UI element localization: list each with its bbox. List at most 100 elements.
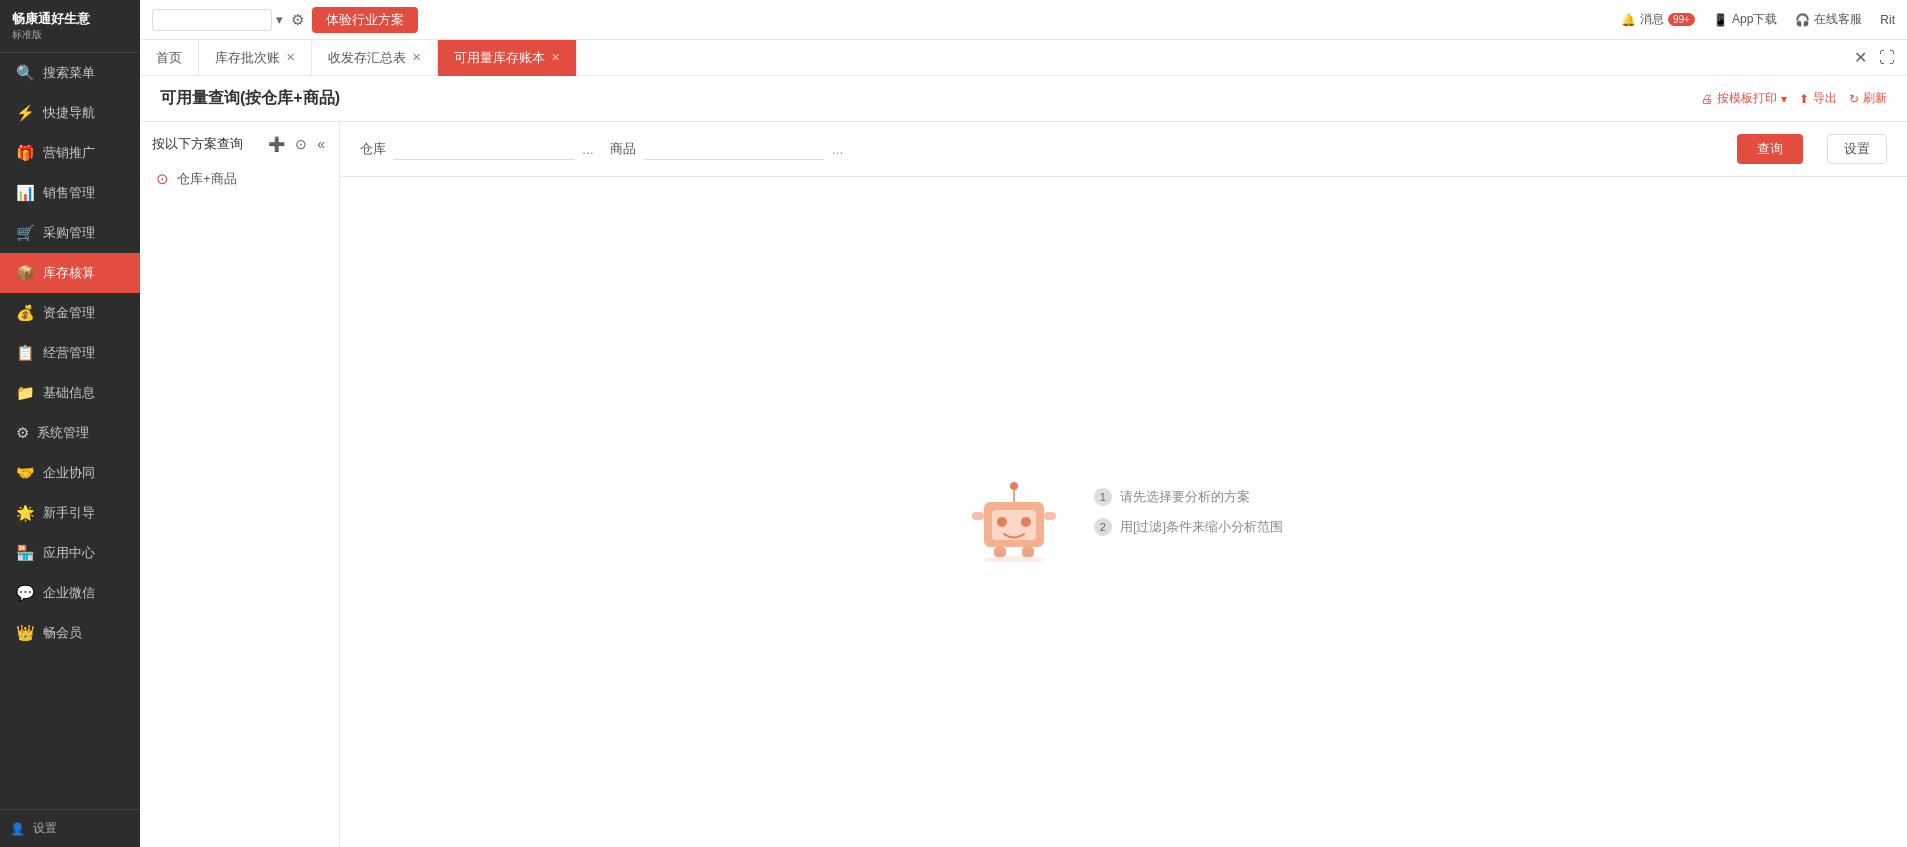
sidebar-bottom-label: 设置 — [33, 820, 57, 837]
tab-available-stock[interactable]: 可用量库存账本 ✕ — [438, 40, 577, 76]
print-btn[interactable]: 🖨 按模板打印 ▾ — [1701, 90, 1787, 107]
sidebar-label-10: 企业协同 — [43, 464, 95, 482]
sidebar-icon-0: 🔍 — [16, 64, 35, 82]
filter-add-btn[interactable]: ➕ — [266, 134, 287, 154]
tab-close-all-btn[interactable]: ✕ — [1850, 44, 1871, 71]
empty-hint-2: 2 用[过滤]条件来缩小分析范围 — [1094, 518, 1283, 536]
sidebar-icon-6: 💰 — [16, 304, 35, 322]
refresh-icon: ↻ — [1849, 92, 1859, 106]
main-content: ▾ ⚙ 体验行业方案 🔔 消息 99+ 📱 App下载 🎧 在线客服 Rit — [140, 0, 1907, 847]
filter-panel-title: 按以下方案查询 — [152, 135, 243, 153]
sidebar-logo: 畅康通好生意 标准版 — [0, 0, 140, 53]
tabs-bar: 首页 库存批次账 ✕ 收发存汇总表 ✕ 可用量库存账本 ✕ ✕ ⛶ — [140, 40, 1907, 76]
svg-rect-8 — [994, 547, 1006, 557]
notification-area[interactable]: 🔔 消息 99+ — [1621, 11, 1695, 28]
sidebar-icon-4: 🛒 — [16, 224, 35, 242]
sidebar-icon-14: 👑 — [16, 624, 35, 642]
sidebar-item-1[interactable]: ⚡ 快捷导航 — [0, 93, 140, 133]
tab-available-stock-close[interactable]: ✕ — [551, 51, 560, 64]
step-2-num: 2 — [1094, 518, 1112, 536]
headset-icon: 🎧 — [1795, 13, 1810, 27]
sidebar-label-13: 企业微信 — [43, 584, 95, 602]
print-icon: 🖨 — [1701, 92, 1713, 106]
product-more-btn[interactable]: ... — [832, 141, 844, 157]
sidebar: 畅康通好生意 标准版 🔍 搜索菜单 ⚡ 快捷导航 🎁 营销推广 📊 销售管理 🛒… — [0, 0, 140, 847]
sidebar-label-8: 基础信息 — [43, 384, 95, 402]
filter-settings-btn[interactable]: ⊙ — [293, 134, 309, 154]
tab-stock-summary[interactable]: 收发存汇总表 ✕ — [312, 40, 438, 76]
empty-illustration — [964, 462, 1064, 562]
topbar-right: 🔔 消息 99+ 📱 App下载 🎧 在线客服 Rit — [1621, 11, 1895, 28]
sidebar-item-3[interactable]: 📊 销售管理 — [0, 173, 140, 213]
sidebar-item-12[interactable]: 🏪 应用中心 — [0, 533, 140, 573]
dropdown-btn[interactable]: ▾ — [276, 12, 283, 27]
tab-stock-summary-close[interactable]: ✕ — [412, 51, 421, 64]
sidebar-item-14[interactable]: 👑 畅会员 — [0, 613, 140, 653]
svg-rect-7 — [1044, 512, 1056, 520]
user-label: Rit — [1880, 13, 1895, 27]
setting-btn[interactable]: 设置 — [1827, 134, 1887, 164]
tab-home[interactable]: 首页 — [140, 40, 199, 76]
warehouse-input[interactable] — [394, 138, 574, 160]
notification-badge: 99+ — [1668, 13, 1695, 26]
empty-hint-1: 1 请先选择要分析的方案 — [1094, 488, 1283, 506]
filter-actions: ➕ ⊙ « — [266, 134, 327, 154]
user-info[interactable]: Rit — [1880, 13, 1895, 27]
app-download[interactable]: 📱 App下载 — [1713, 11, 1777, 28]
scheme-icon: ⊙ — [156, 170, 169, 188]
empty-hint-1-text: 请先选择要分析的方案 — [1120, 488, 1250, 506]
warehouse-more-btn[interactable]: ... — [582, 141, 594, 157]
sidebar-item-7[interactable]: 📋 经营管理 — [0, 333, 140, 373]
filter-scheme-item[interactable]: ⊙ 仓库+商品 — [140, 162, 339, 196]
tab-stock-batch[interactable]: 库存批次账 ✕ — [199, 40, 312, 76]
sidebar-label-5: 库存核算 — [43, 264, 95, 282]
sidebar-label-6: 资金管理 — [43, 304, 95, 322]
filter-collapse-btn[interactable]: « — [315, 134, 327, 154]
product-input[interactable] — [644, 138, 824, 160]
svg-point-2 — [997, 517, 1007, 527]
tabs-right-actions: ✕ ⛶ — [1850, 44, 1907, 71]
online-service[interactable]: 🎧 在线客服 — [1795, 11, 1862, 28]
sidebar-item-2[interactable]: 🎁 营销推广 — [0, 133, 140, 173]
tab-stock-batch-close[interactable]: ✕ — [286, 51, 295, 64]
product-filter-group: 商品 ... — [610, 138, 844, 160]
sidebar-item-6[interactable]: 💰 资金管理 — [0, 293, 140, 333]
query-btn[interactable]: 查询 — [1737, 134, 1803, 164]
warehouse-filter-group: 仓库 ... — [360, 138, 594, 160]
export-btn[interactable]: ⬆ 导出 — [1799, 90, 1837, 107]
export-label: 导出 — [1813, 90, 1837, 107]
sidebar-item-8[interactable]: 📁 基础信息 — [0, 373, 140, 413]
query-area: 仓库 ... 商品 ... 查询 设置 — [340, 122, 1907, 847]
product-label: 商品 — [610, 140, 636, 158]
sidebar-item-10[interactable]: 🤝 企业协同 — [0, 453, 140, 493]
sidebar-item-11[interactable]: 🌟 新手引导 — [0, 493, 140, 533]
trial-btn[interactable]: 体验行业方案 — [312, 7, 418, 33]
sidebar-label-7: 经营管理 — [43, 344, 95, 362]
refresh-btn[interactable]: ↻ 刷新 — [1849, 90, 1887, 107]
search-input[interactable] — [152, 9, 272, 31]
sidebar-label-9: 系统管理 — [37, 424, 89, 442]
sidebar-item-9[interactable]: ⚙ 系统管理 — [0, 413, 140, 453]
warehouse-label: 仓库 — [360, 140, 386, 158]
filter-panel: 按以下方案查询 ➕ ⊙ « ⊙ 仓库+商品 — [140, 122, 340, 847]
tab-expand-btn[interactable]: ⛶ — [1875, 45, 1899, 71]
tab-available-stock-label: 可用量库存账本 — [454, 49, 545, 67]
gear-btn[interactable]: ⚙ — [291, 11, 304, 29]
app-subtitle: 标准版 — [12, 28, 128, 42]
filter-header: 按以下方案查询 ➕ ⊙ « — [140, 134, 339, 162]
empty-state: 1 请先选择要分析的方案 2 用[过滤]条件来缩小分析范围 — [340, 177, 1907, 847]
online-service-label: 在线客服 — [1814, 11, 1862, 28]
sidebar-item-5[interactable]: 📦 库存核算 — [0, 253, 140, 293]
print-label: 按模板打印 — [1717, 90, 1777, 107]
sidebar-icon-5: 📦 — [16, 264, 35, 282]
tab-stock-summary-label: 收发存汇总表 — [328, 49, 406, 67]
refresh-label: 刷新 — [1863, 90, 1887, 107]
page-title: 可用量查询(按仓库+商品) — [160, 88, 340, 109]
sidebar-icon-9: ⚙ — [16, 424, 29, 442]
sidebar-icon-3: 📊 — [16, 184, 35, 202]
sidebar-item-0[interactable]: 🔍 搜索菜单 — [0, 53, 140, 93]
notification-label: 消息 — [1640, 11, 1664, 28]
sidebar-bottom-icon: 👤 — [10, 822, 25, 836]
sidebar-item-13[interactable]: 💬 企业微信 — [0, 573, 140, 613]
sidebar-item-4[interactable]: 🛒 采购管理 — [0, 213, 140, 253]
